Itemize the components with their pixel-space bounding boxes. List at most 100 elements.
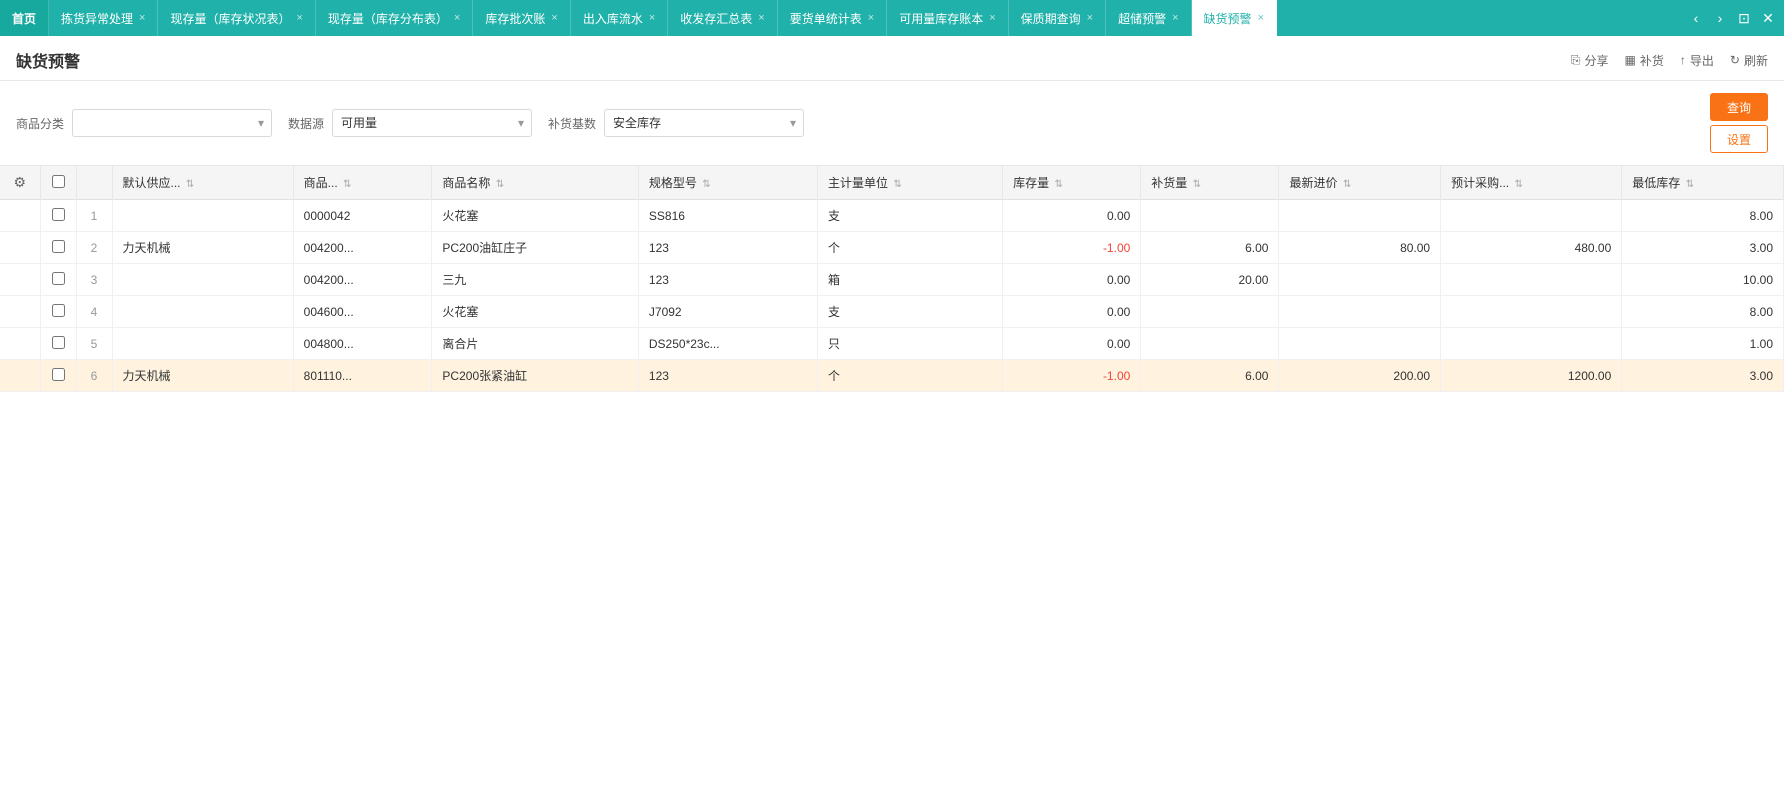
row-checkbox[interactable] (52, 368, 65, 381)
row-checkbox-cell[interactable] (40, 232, 76, 264)
th-settings[interactable]: ⚙ (0, 166, 40, 200)
spec-sort-icon: ⇅ (702, 179, 710, 190)
row-num: 2 (76, 232, 112, 264)
th-stock[interactable]: 库存量 ⇅ (1003, 166, 1141, 200)
row-checkbox-cell[interactable] (40, 200, 76, 232)
settings-icon[interactable]: ⚙ (13, 174, 26, 191)
close-tab-shortage[interactable]: × (1258, 12, 1264, 24)
close-tab-batch-account[interactable]: × (551, 12, 557, 24)
tab-scroll-left[interactable]: ‹ (1684, 6, 1708, 30)
tab-requisition-stat[interactable]: 要货单统计表 × (778, 0, 887, 36)
row-checkbox-cell[interactable] (40, 328, 76, 360)
table-row: 6 力天机械 801110... PC200张紧油缸 123 个 -1.00 6… (0, 360, 1784, 392)
min-stock-sort-icon: ⇅ (1686, 179, 1694, 190)
th-latest-price[interactable]: 最新进价 ⇅ (1279, 166, 1441, 200)
close-tab-available-ledger[interactable]: × (989, 12, 995, 24)
category-label: 商品分类 (16, 115, 64, 132)
row-checkbox[interactable] (52, 304, 65, 317)
replenish-button[interactable]: ▦ 补货 (1625, 52, 1664, 69)
th-rownum (76, 166, 112, 200)
row-spec: DS250*23c... (638, 328, 817, 360)
query-button[interactable]: 查询 (1710, 93, 1768, 121)
close-tab-overstock[interactable]: × (1172, 12, 1178, 24)
select-all-checkbox[interactable] (52, 175, 65, 188)
row-est-purchase (1441, 264, 1622, 296)
datasource-select[interactable]: 可用量 库存量 (332, 109, 532, 137)
close-tab-inout-flow[interactable]: × (649, 12, 655, 24)
tab-shortage[interactable]: 缺货预警 × (1192, 0, 1277, 36)
tab-scroll-right[interactable]: › (1708, 6, 1732, 30)
row-est-purchase (1441, 296, 1622, 328)
row-num: 5 (76, 328, 112, 360)
row-checkbox[interactable] (52, 336, 65, 349)
refresh-button[interactable]: ↻ 刷新 (1730, 52, 1768, 69)
row-min-stock: 3.00 (1622, 360, 1784, 392)
page-title: 缺货预警 (16, 48, 1571, 72)
row-checkbox-cell[interactable] (40, 360, 76, 392)
th-checkbox[interactable] (40, 166, 76, 200)
row-supplier: 力天机械 (112, 232, 293, 264)
share-button[interactable]: ⎘ 分享 (1571, 52, 1609, 69)
row-product-name: 离合片 (432, 328, 638, 360)
tab-bar: 首页 拣货异常处理 × 现存量（库存状况表） × 现存量（库存分布表） × 库存… (0, 0, 1784, 36)
row-min-stock: 8.00 (1622, 200, 1784, 232)
row-min-stock: 1.00 (1622, 328, 1784, 360)
th-spec[interactable]: 规格型号 ⇅ (638, 166, 817, 200)
row-unit: 箱 (818, 264, 1003, 296)
close-tab-inventory-status[interactable]: × (296, 12, 302, 24)
table-header-row: ⚙ 默认供应... ⇅ 商品... ⇅ 商品名称 (0, 166, 1784, 200)
data-table: ⚙ 默认供应... ⇅ 商品... ⇅ 商品名称 (0, 166, 1784, 392)
close-tab-abnormal[interactable]: × (139, 12, 145, 24)
row-checkbox-cell[interactable] (40, 264, 76, 296)
tab-abnormal[interactable]: 拣货异常处理 × (49, 0, 158, 36)
row-checkbox-cell[interactable] (40, 296, 76, 328)
replenish-icon: ▦ (1625, 53, 1636, 67)
tab-inventory-dist[interactable]: 现存量（库存分布表） × (316, 0, 473, 36)
row-product-name: 三九 (432, 264, 638, 296)
th-replenish-qty[interactable]: 补货量 ⇅ (1141, 166, 1279, 200)
tab-available-ledger[interactable]: 可用量库存账本 × (887, 0, 1008, 36)
supplier-sort-icon: ⇅ (186, 179, 194, 190)
replenish-base-select[interactable]: 安全库存 最低库存 (604, 109, 804, 137)
category-select[interactable] (72, 109, 272, 137)
th-supplier[interactable]: 默认供应... ⇅ (112, 166, 293, 200)
tab-expiry-query[interactable]: 保质期查询 × (1009, 0, 1106, 36)
row-replenish-qty: 20.00 (1141, 264, 1279, 296)
th-product-code[interactable]: 商品... ⇅ (293, 166, 432, 200)
row-replenish-qty: 6.00 (1141, 360, 1279, 392)
row-latest-price (1279, 264, 1441, 296)
row-settings-cell (0, 328, 40, 360)
tab-close-all[interactable]: ✕ (1756, 6, 1780, 30)
tab-restore[interactable]: ⊡ (1732, 6, 1756, 30)
product-name-sort-icon: ⇅ (496, 179, 504, 190)
row-spec: 123 (638, 232, 817, 264)
row-checkbox[interactable] (52, 272, 65, 285)
tab-overstock[interactable]: 超储预警 × (1106, 0, 1191, 36)
tab-batch-account[interactable]: 库存批次账 × (473, 0, 570, 36)
row-stock: -1.00 (1003, 360, 1141, 392)
row-replenish-qty: 6.00 (1141, 232, 1279, 264)
row-min-stock: 8.00 (1622, 296, 1784, 328)
row-checkbox[interactable] (52, 240, 65, 253)
tab-home[interactable]: 首页 (0, 0, 49, 36)
row-stock: 0.00 (1003, 296, 1141, 328)
row-supplier (112, 328, 293, 360)
export-button[interactable]: ↑ 导出 (1680, 52, 1714, 69)
th-est-purchase[interactable]: 预计采购... ⇅ (1441, 166, 1622, 200)
th-unit[interactable]: 主计量单位 ⇅ (818, 166, 1003, 200)
settings-button[interactable]: 设置 (1710, 125, 1768, 153)
share-icon: ⎘ (1571, 53, 1581, 68)
th-product-name[interactable]: 商品名称 ⇅ (432, 166, 638, 200)
tab-receive-summary[interactable]: 收发存汇总表 × (668, 0, 777, 36)
close-tab-receive-summary[interactable]: × (758, 12, 764, 24)
row-supplier: 力天机械 (112, 360, 293, 392)
close-tab-inventory-dist[interactable]: × (454, 12, 460, 24)
tab-nav-buttons: ‹ › ⊡ ✕ (1684, 6, 1784, 30)
row-checkbox[interactable] (52, 208, 65, 221)
tab-inout-flow[interactable]: 出入库流水 × (571, 0, 668, 36)
header-actions: ⎘ 分享 ▦ 补货 ↑ 导出 ↻ 刷新 (1571, 52, 1768, 69)
tab-inventory-status[interactable]: 现存量（库存状况表） × (158, 0, 315, 36)
close-tab-requisition-stat[interactable]: × (868, 12, 874, 24)
th-min-stock[interactable]: 最低库存 ⇅ (1622, 166, 1784, 200)
close-tab-expiry-query[interactable]: × (1087, 12, 1093, 24)
